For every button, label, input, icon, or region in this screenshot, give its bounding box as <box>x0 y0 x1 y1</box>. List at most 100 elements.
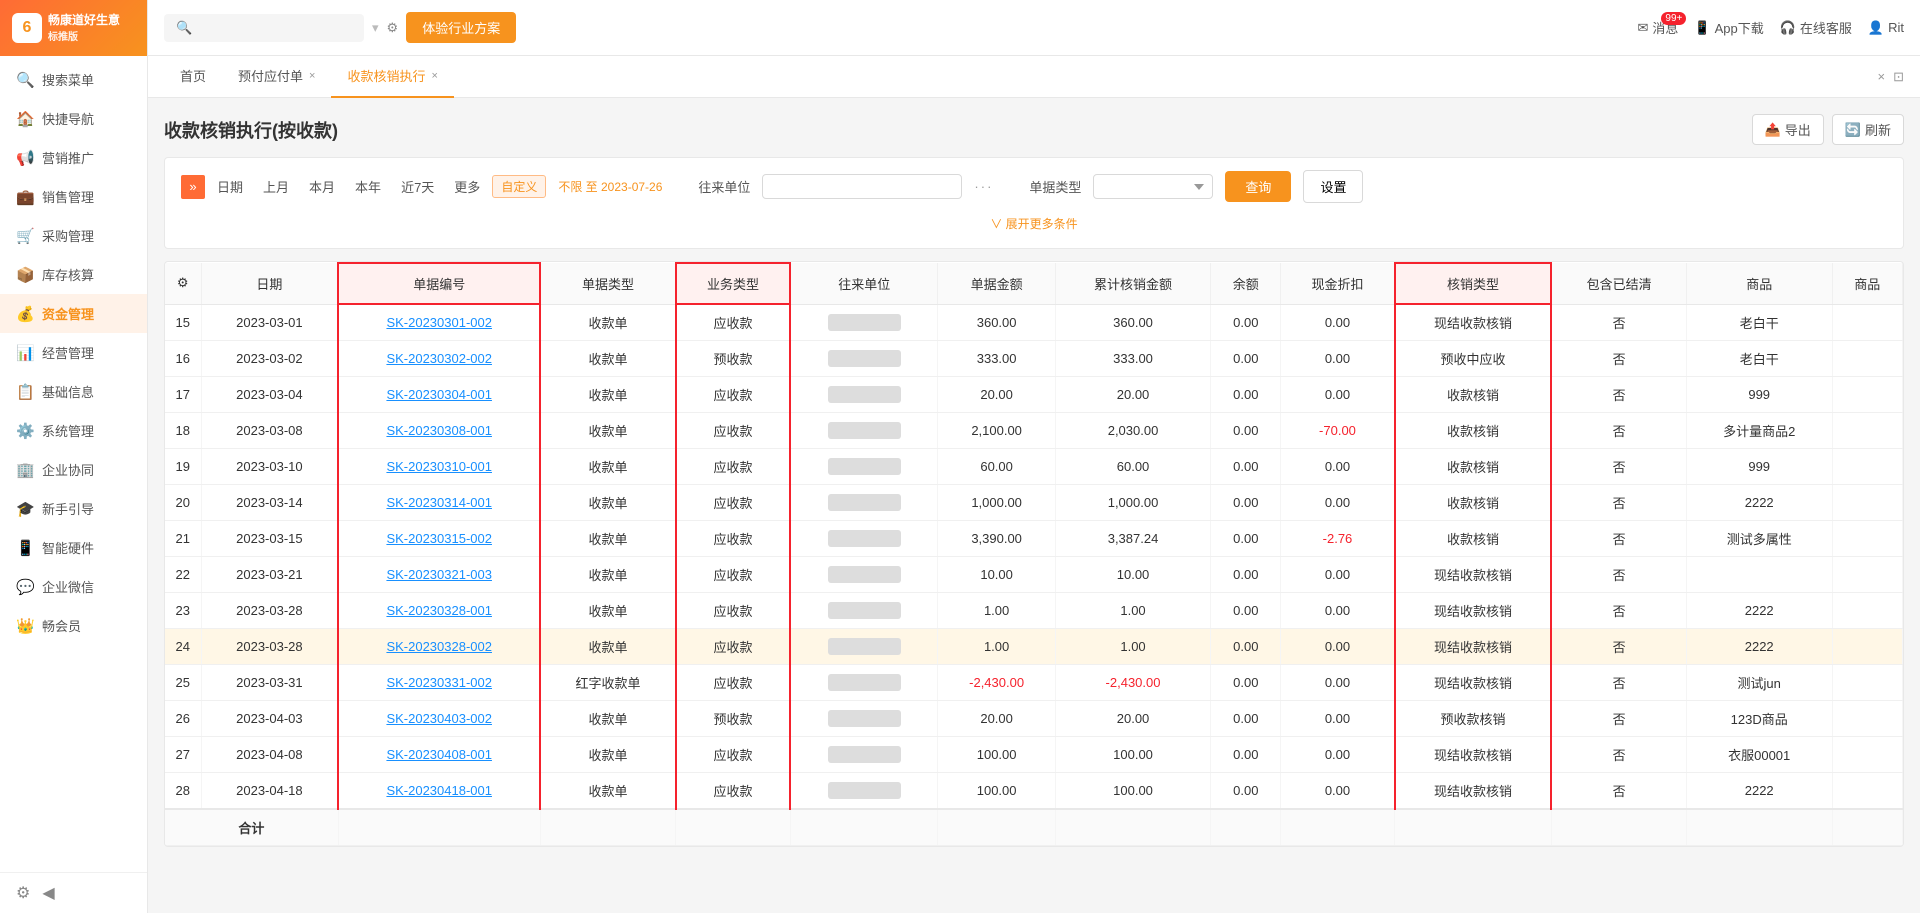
cell-balance: 0.00 <box>1211 377 1281 413</box>
cell-bill-type: 收款单 <box>540 304 676 341</box>
sidebar-item-purchase[interactable]: 🛒采购管理 <box>0 216 147 255</box>
cell-balance: 0.00 <box>1211 701 1281 737</box>
cell-biz-type: 应收款 <box>676 773 790 810</box>
topbar-search[interactable]: 🔍 <box>164 14 364 42</box>
window-close-icon[interactable]: × <box>1878 69 1886 85</box>
bill-no-link[interactable]: SK-20230418-001 <box>386 783 492 798</box>
sidebar-item-sales[interactable]: 💼销售管理 <box>0 177 147 216</box>
tab-cancel-exec-close[interactable]: × <box>431 70 437 82</box>
bill-no-link[interactable]: SK-20230314-001 <box>386 495 492 510</box>
settings-icon[interactable]: ⚙ <box>16 883 30 903</box>
app-download-btn[interactable]: 📱 App下载 <box>1694 18 1763 37</box>
bill-no-link[interactable]: SK-20230408-001 <box>386 747 492 762</box>
sidebar-item-guide[interactable]: 🎓新手引导 <box>0 489 147 528</box>
sidebar-label-ops: 经营管理 <box>42 343 94 362</box>
cell-discount: 0.00 <box>1281 701 1395 737</box>
bill-no-link[interactable]: SK-20230331-002 <box>386 675 492 690</box>
system-icon: ⚙️ <box>16 422 34 440</box>
cell-goods2 <box>1832 521 1902 557</box>
cell-cancel-type: 现结收款核销 <box>1395 304 1552 341</box>
cell-goods2 <box>1832 485 1902 521</box>
sidebar-item-inventory[interactable]: 📦库存核算 <box>0 255 147 294</box>
cell-accum: 1.00 <box>1055 593 1210 629</box>
filter-settings-btn[interactable]: 设置 <box>1303 170 1363 203</box>
export-btn[interactable]: 📤 导出 <box>1752 114 1824 145</box>
sidebar-item-system[interactable]: ⚙️系统管理 <box>0 411 147 450</box>
bill-no-link[interactable]: SK-20230403-002 <box>386 711 492 726</box>
partner-input[interactable] <box>762 174 962 199</box>
tab-cancel-exec[interactable]: 收款核销执行 × <box>331 56 453 98</box>
sidebar-item-marketing[interactable]: 📢营销推广 <box>0 138 147 177</box>
topbar-gear-icon[interactable]: ⚙ <box>387 20 399 36</box>
message-icon: ✉ <box>1637 20 1648 36</box>
cell-discount: 0.00 <box>1281 341 1395 377</box>
cell-goods: 老白干 <box>1686 341 1832 377</box>
cell-amount: 1,000.00 <box>938 485 1056 521</box>
tab-home[interactable]: 首页 <box>164 56 222 98</box>
tab-prepay-close[interactable]: × <box>309 70 315 82</box>
bill-no-link[interactable]: SK-20230315-002 <box>386 531 492 546</box>
date-last-month[interactable]: 上月 <box>255 175 297 198</box>
cell-date: 2023-03-08 <box>201 413 338 449</box>
partner-label: 往来单位 <box>698 177 750 196</box>
sidebar-item-search[interactable]: 🔍搜索菜单 <box>0 60 147 99</box>
bill-no-link[interactable]: SK-20230308-001 <box>386 423 492 438</box>
cell-no: 16 <box>165 341 201 377</box>
sidebar-item-finance[interactable]: 💰资金管理 <box>0 294 147 333</box>
bill-type-select[interactable] <box>1093 174 1213 199</box>
th-goods2: 商品 <box>1832 263 1902 304</box>
sidebar-item-quick[interactable]: 🏠快捷导航 <box>0 99 147 138</box>
message-btn[interactable]: ✉ 消息 99+ <box>1637 18 1678 37</box>
topbar: 🔍 ▾ ⚙ 体验行业方案 ✉ 消息 99+ 📱 App下载 🎧 在线客服 👤 <box>148 0 1920 56</box>
cell-bill-no: SK-20230331-002 <box>338 665 540 701</box>
expand-icon: » <box>189 179 196 194</box>
message-badge: 99+ <box>1661 12 1686 25</box>
date-custom-btn[interactable]: 自定义 <box>492 175 546 198</box>
bill-no-link[interactable]: SK-20230304-001 <box>386 387 492 402</box>
footer-incl-settled <box>1551 809 1686 846</box>
cell-accum: 100.00 <box>1055 737 1210 773</box>
tab-prepay[interactable]: 预付应付单 × <box>222 56 331 98</box>
cell-date: 2023-04-08 <box>201 737 338 773</box>
table-row: 22 2023-03-21 SK-20230321-003 收款单 应收款 ██… <box>165 557 1903 593</box>
bill-no-link[interactable]: SK-20230302-002 <box>386 351 492 366</box>
cell-incl-settled: 否 <box>1551 341 1686 377</box>
industry-btn[interactable]: 体验行业方案 <box>406 12 516 43</box>
sidebar-item-corp[interactable]: 🏢企业协同 <box>0 450 147 489</box>
cell-goods2 <box>1832 629 1902 665</box>
bill-no-link[interactable]: SK-20230310-001 <box>386 459 492 474</box>
sidebar-item-base[interactable]: 📋基础信息 <box>0 372 147 411</box>
sidebar-item-wechat[interactable]: 💬企业微信 <box>0 567 147 606</box>
date-this-month[interactable]: 本月 <box>301 175 343 198</box>
cell-partner: ████ <box>790 773 938 810</box>
bill-no-link[interactable]: SK-20230328-002 <box>386 639 492 654</box>
window-maximize-icon[interactable]: ⊡ <box>1893 69 1904 85</box>
sidebar-item-ops[interactable]: 📊 经营管理 <box>0 333 147 372</box>
sidebar-item-hardware[interactable]: 📱智能硬件 <box>0 528 147 567</box>
th-gear[interactable]: ⚙ <box>165 263 201 304</box>
cell-partner: ████ <box>790 665 938 701</box>
cell-cancel-type: 收款核销 <box>1395 485 1552 521</box>
bill-no-link[interactable]: SK-20230328-001 <box>386 603 492 618</box>
cell-goods2 <box>1832 413 1902 449</box>
sidebar-label-hardware: 智能硬件 <box>42 538 94 557</box>
cell-amount: 20.00 <box>938 377 1056 413</box>
bill-no-link[interactable]: SK-20230321-003 <box>386 567 492 582</box>
collapse-icon[interactable]: ◀ <box>42 883 54 903</box>
expand-more-btn[interactable]: ∨ 展开更多条件 <box>986 211 1081 236</box>
topbar-chevron-icon[interactable]: ▾ <box>372 20 379 36</box>
online-service-btn[interactable]: 🎧 在线客服 <box>1780 18 1852 37</box>
refresh-btn[interactable]: 🔄 刷新 <box>1832 114 1904 145</box>
cell-amount: 10.00 <box>938 557 1056 593</box>
date-this-year[interactable]: 本年 <box>347 175 389 198</box>
user-avatar[interactable]: 👤 Rit <box>1868 20 1904 36</box>
bill-no-link[interactable]: SK-20230301-002 <box>386 315 492 330</box>
date-7days[interactable]: 近7天 <box>393 175 442 198</box>
th-amount: 单据金额 <box>938 263 1056 304</box>
cell-date: 2023-04-03 <box>201 701 338 737</box>
filter-expand-btn[interactable]: » <box>181 175 205 199</box>
date-more[interactable]: 更多 <box>446 175 488 198</box>
ops-icon: 📊 <box>16 344 34 362</box>
query-btn[interactable]: 查询 <box>1225 171 1291 202</box>
sidebar-item-member[interactable]: 👑畅会员 <box>0 606 147 645</box>
